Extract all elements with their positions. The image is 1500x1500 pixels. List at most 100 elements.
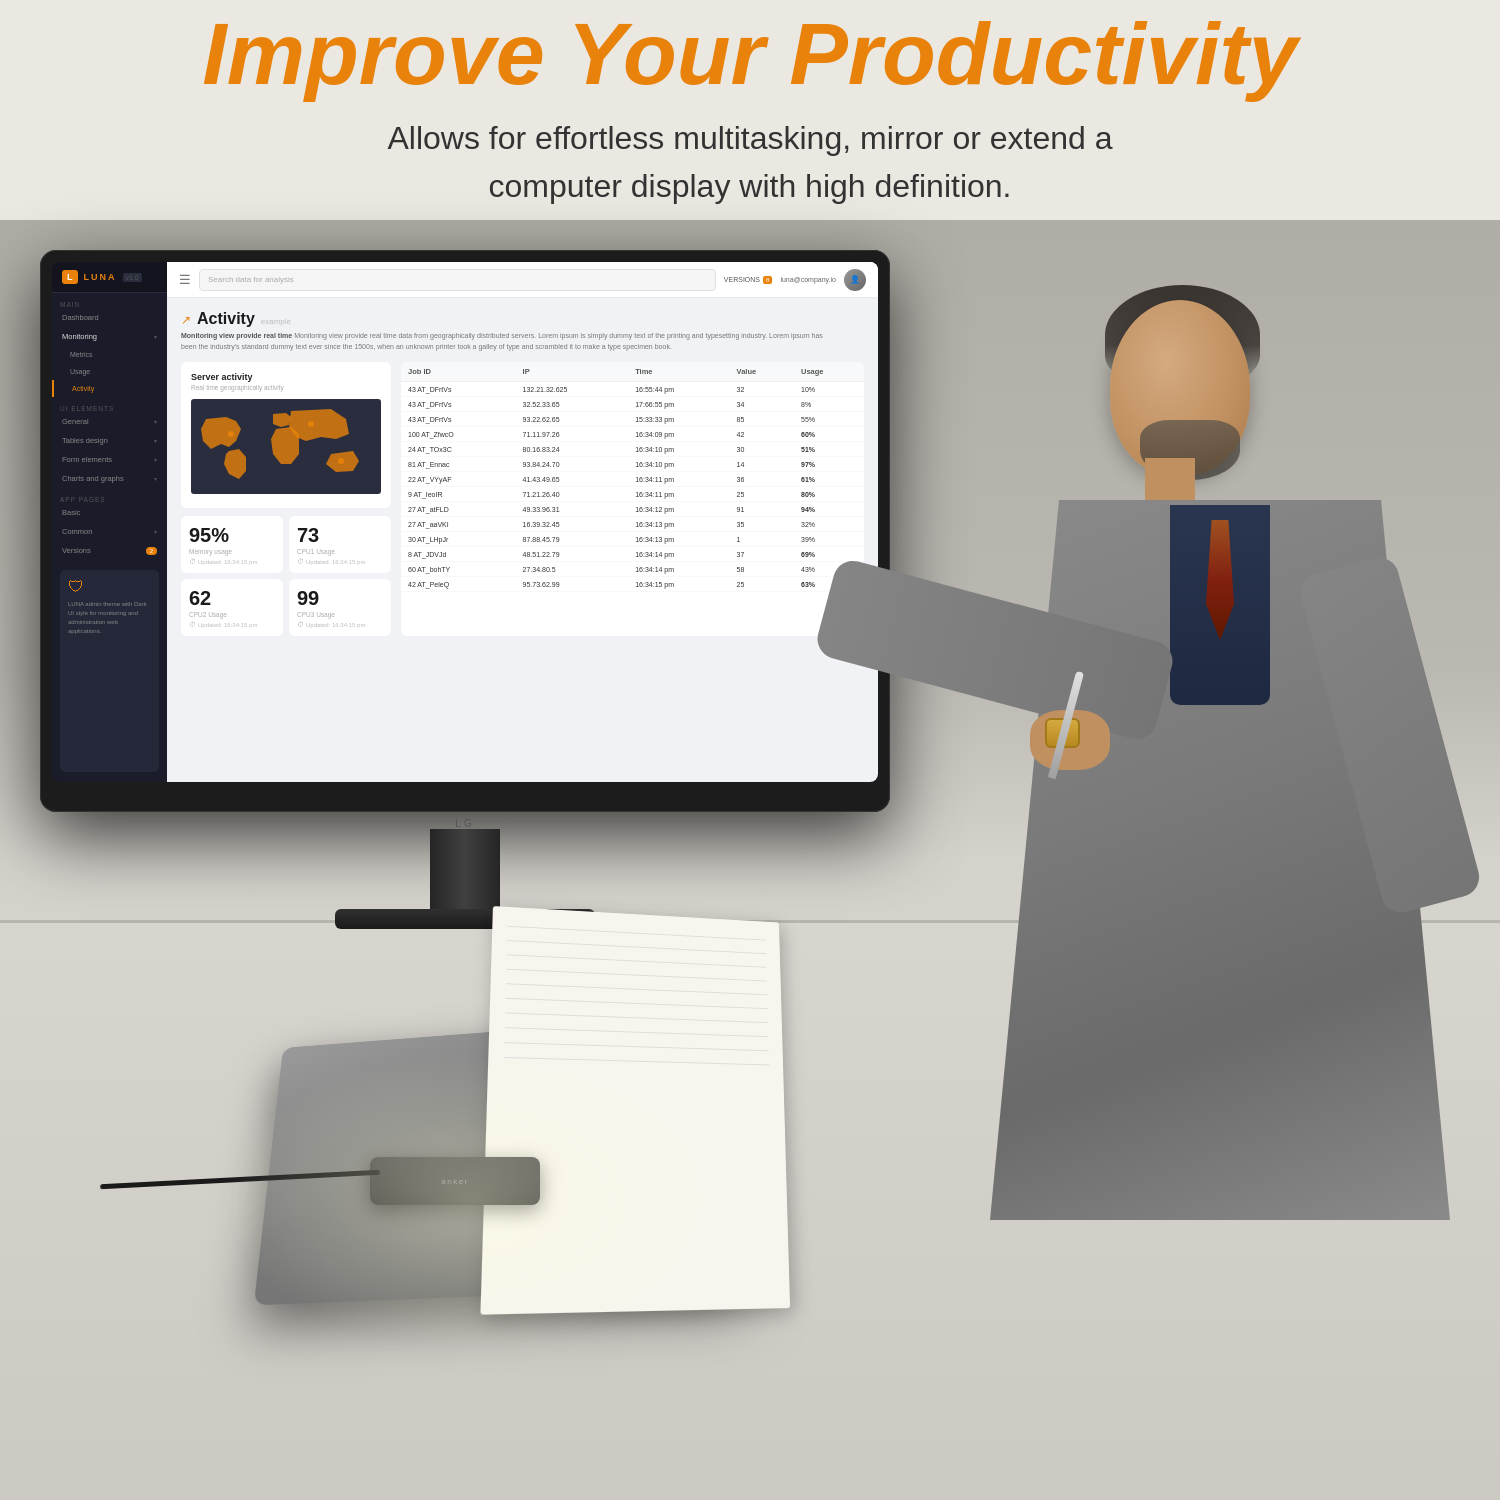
sidebar-item-versions[interactable]: Versions 2: [52, 541, 167, 560]
cell-ip: 71.11.97.26: [516, 427, 629, 442]
hamburger-icon[interactable]: ☰: [179, 272, 191, 287]
notepad-line: [508, 926, 766, 941]
table-row: 43 AT_DFrtVs 132.21.32.625 16:55:44 pm 3…: [401, 382, 864, 397]
shield-icon: 🛡: [68, 578, 151, 596]
col-usage: Usage: [794, 362, 864, 382]
stat-memory-value: 95%: [189, 524, 275, 547]
cell-value: 42: [730, 427, 794, 442]
page-container: Improve Your Productivity Allows for eff…: [0, 0, 1500, 1500]
cell-usage: 61%: [794, 472, 864, 487]
versions-count-badge: 8: [763, 276, 772, 284]
cell-value: 25: [730, 577, 794, 592]
versions-label: VERSIONS: [724, 276, 760, 283]
user-avatar[interactable]: 👤: [844, 269, 866, 291]
stat-cpu2: 62 CPU2 Usage ⏱ Updated: 16:34:15 pm: [181, 579, 283, 636]
cell-ip: 32.52.33.65: [516, 397, 629, 412]
page-title: Activity: [197, 310, 255, 328]
sidebar-item-basic[interactable]: Basic: [52, 503, 167, 522]
svg-point-3: [338, 458, 344, 464]
sidebar-section-main: Main: [52, 293, 167, 308]
luna-version-badge: v1.0: [123, 273, 142, 282]
col-time: Time: [628, 362, 729, 382]
luna-topbar: ☰ Search data for analysis VERSIONS 8 lu…: [167, 262, 878, 298]
main-headline: Improve Your Productivity: [202, 10, 1297, 98]
stat-cpu1-updated: ⏱ Updated: 16:34:15 pm: [297, 558, 383, 565]
trend-icon: ↗: [181, 313, 191, 327]
cell-job-id: 43 AT_DFrtVs: [401, 397, 516, 412]
cell-ip: 49.33.96.31: [516, 502, 629, 517]
cell-ip: 132.21.32.625: [516, 382, 629, 397]
cell-ip: 71.21.26.40: [516, 487, 629, 502]
cell-time: 16:55:44 pm: [628, 382, 729, 397]
data-table-card: Job ID IP Time Value Usage: [401, 362, 864, 636]
cell-time: 16:34:09 pm: [628, 427, 729, 442]
cell-ip: 48.51.22.79: [516, 547, 629, 562]
cell-job-id: 22 AT_VYyAF: [401, 472, 516, 487]
server-activity-card: Server activity Real time geographically…: [181, 362, 391, 508]
chevron-icon: ▾: [154, 528, 157, 535]
table-row: 43 AT_DFrtVs 32.52.33.65 17:66:55 pm 34 …: [401, 397, 864, 412]
cell-ip: 41.43.49.65: [516, 472, 629, 487]
cell-time: 16:34:14 pm: [628, 547, 729, 562]
sidebar-item-activity[interactable]: Activity: [52, 380, 167, 397]
activity-table: Job ID IP Time Value Usage: [401, 362, 864, 592]
stat-cpu3-updated: ⏱ Updated: 16:34:15 pm: [297, 621, 383, 628]
clock-icon: ⏱: [297, 621, 304, 628]
notepad-line: [506, 969, 767, 982]
top-text-section: Improve Your Productivity Allows for eff…: [0, 0, 1500, 220]
cell-job-id: 27 AT_aaVKI: [401, 517, 516, 532]
cell-value: 34: [730, 397, 794, 412]
col-ip: IP: [516, 362, 629, 382]
left-column: Server activity Real time geographically…: [181, 362, 391, 636]
cell-usage: 39%: [794, 532, 864, 547]
sidebar-item-dashboard[interactable]: Dashboard: [52, 308, 167, 327]
sidebar-item-general[interactable]: General ▾: [52, 412, 167, 431]
cell-time: 16:34:11 pm: [628, 472, 729, 487]
cell-ip: 95.73.62.99: [516, 577, 629, 592]
table-row: 100 AT_ZfwcO 71.11.97.26 16:34:09 pm 42 …: [401, 427, 864, 442]
cell-job-id: 24 AT_TOx3C: [401, 442, 516, 457]
cell-job-id: 43 AT_DFrtVs: [401, 412, 516, 427]
sidebar-section-ui-elements: UI Elements: [52, 397, 167, 412]
stat-memory-updated: ⏱ Updated: 16:34:15 pm: [189, 558, 275, 565]
page-example-label: example: [261, 317, 291, 326]
sidebar-item-usage[interactable]: Usage: [52, 363, 167, 380]
cell-time: 16:34:15 pm: [628, 577, 729, 592]
stat-cpu2-label: CPU2 Usage: [189, 611, 275, 618]
chevron-icon: ▾: [154, 437, 157, 444]
stat-memory-label: Memory usage: [189, 548, 275, 555]
cell-ip: 87.88.45.79: [516, 532, 629, 547]
cell-job-id: 42 AT_PeleQ: [401, 577, 516, 592]
sidebar-item-monitoring[interactable]: Monitoring ▾: [52, 327, 167, 346]
sidebar-item-forms[interactable]: Form elements ▾: [52, 450, 167, 469]
cell-ip: 93.84.24.70: [516, 457, 629, 472]
notepad-line: [505, 1027, 769, 1037]
sidebar-item-tables[interactable]: Tables design ▾: [52, 431, 167, 450]
cell-job-id: 43 AT_DFrtVs: [401, 382, 516, 397]
table-row: 27 AT_aaVKI 16.39.32.45 16:34:13 pm 35 3…: [401, 517, 864, 532]
cell-time: 17:66:55 pm: [628, 397, 729, 412]
stat-memory: 95% Memory usage ⏱ Updated: 16:34:15 pm: [181, 516, 283, 573]
svg-point-2: [308, 421, 314, 427]
stat-cpu2-updated: ⏱ Updated: 16:34:15 pm: [189, 621, 275, 628]
versions-button[interactable]: VERSIONS 8: [724, 276, 773, 284]
search-bar[interactable]: Search data for analysis: [199, 269, 716, 291]
user-email: luna@company.io: [780, 276, 836, 283]
sidebar-item-metrics[interactable]: Metrics: [52, 346, 167, 363]
stat-cpu3: 99 CPU3 Usage ⏱ Updated: 16:34:15 pm: [289, 579, 391, 636]
cell-job-id: 27 AT_atFLD: [401, 502, 516, 517]
topbar-right: VERSIONS 8 luna@company.io 👤: [724, 269, 866, 291]
sidebar-shield-box: 🛡 LUNA admin theme with Dark UI style fo…: [60, 570, 159, 772]
monitor: L LUNA v1.0 Main Dashboard Monitoring ▾ …: [40, 250, 890, 929]
cell-usage: 10%: [794, 382, 864, 397]
sidebar-item-charts[interactable]: Charts and graphs ▾: [52, 469, 167, 488]
content-body: Server activity Real time geographically…: [181, 362, 864, 636]
server-activity-subtitle: Real time geographically activity: [191, 384, 381, 391]
world-map-chart: [191, 399, 381, 494]
table-row: 8 AT_JDVJd 48.51.22.79 16:34:14 pm 37 69…: [401, 547, 864, 562]
sidebar-item-common[interactable]: Common ▾: [52, 522, 167, 541]
cell-usage: 32%: [794, 517, 864, 532]
col-job-id: Job ID: [401, 362, 516, 382]
notepad-line: [507, 954, 767, 967]
cell-usage: 8%: [794, 397, 864, 412]
